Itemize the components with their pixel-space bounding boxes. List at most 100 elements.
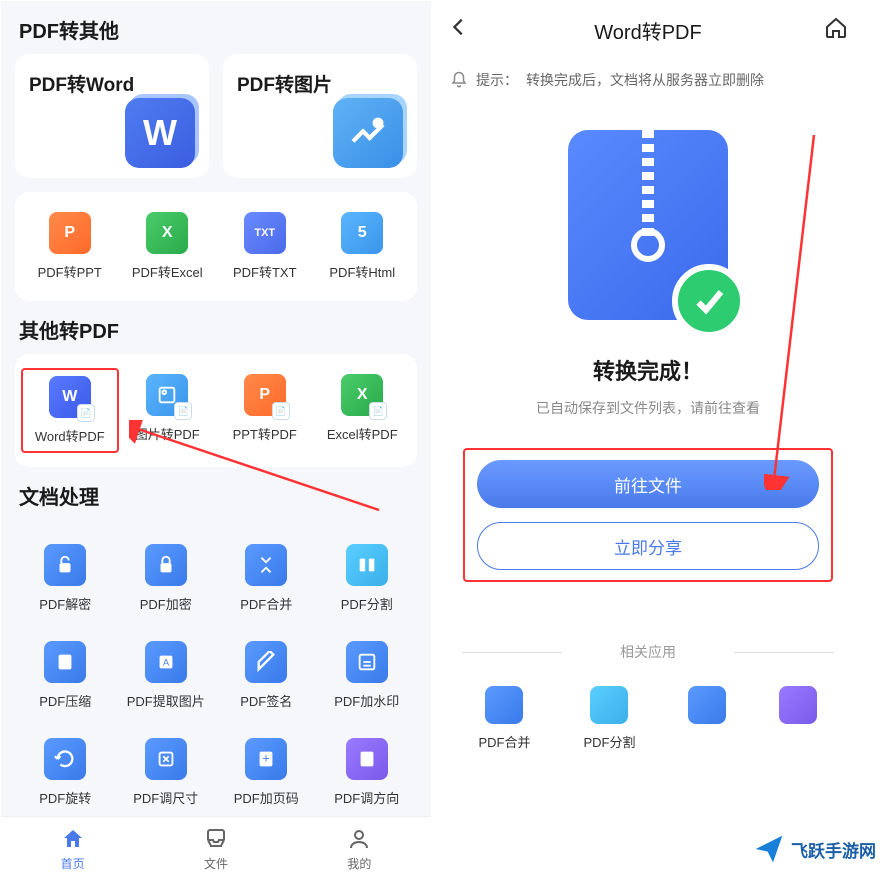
section-title-pdf-to-other: PDF转其他 bbox=[1, 1, 431, 54]
card-label: PDF转Word bbox=[29, 70, 195, 97]
item-excel-to-pdf[interactable]: X📄Excel转PDF bbox=[314, 368, 412, 453]
ppt-icon: P📄 bbox=[244, 374, 286, 416]
tip-text: 转换完成后，文档将从服务器立即删除 bbox=[526, 70, 764, 90]
lock-icon bbox=[145, 544, 187, 586]
inbox-icon bbox=[204, 827, 228, 851]
resize-icon bbox=[145, 738, 187, 780]
chevron-left-icon bbox=[448, 16, 470, 38]
related-item-4[interactable] bbox=[779, 686, 817, 751]
pdf-badge-icon: 📄 bbox=[174, 402, 192, 420]
item-pdf-merge[interactable]: PDF合并 bbox=[216, 538, 317, 619]
unlock-icon bbox=[44, 544, 86, 586]
doc-processing-grid: PDF解密 PDF加密 PDF合并 PDF分割 PDF压缩 APDF提取图片 P… bbox=[1, 538, 431, 813]
word-icon: W bbox=[125, 98, 195, 168]
split-icon bbox=[346, 544, 388, 586]
success-check-icon bbox=[672, 264, 746, 338]
item-pdf-to-html[interactable]: 5PDF转Html bbox=[314, 206, 412, 287]
pdf-badge-icon: 📄 bbox=[272, 402, 290, 420]
home-screen: PDF转其他 PDF转Word W PDF转图片 PPDF转PPT XPDF转E… bbox=[0, 0, 432, 883]
item-pdf-resize[interactable]: PDF调尺寸 bbox=[116, 732, 217, 813]
item-pdf-watermark[interactable]: PDF加水印 bbox=[317, 635, 418, 716]
extract-image-icon: A bbox=[145, 641, 187, 683]
orientation-icon bbox=[346, 738, 388, 780]
compress-icon bbox=[688, 686, 726, 724]
item-pdf-encrypt[interactable]: PDF加密 bbox=[116, 538, 217, 619]
svg-text:A: A bbox=[163, 658, 170, 668]
merge-icon bbox=[485, 686, 523, 724]
tab-profile[interactable]: 我的 bbox=[347, 827, 371, 872]
item-pdf-page-number[interactable]: +PDF加页码 bbox=[216, 732, 317, 813]
item-pdf-split[interactable]: PDF分割 bbox=[317, 538, 418, 619]
item-pdf-compress[interactable]: PDF压缩 bbox=[15, 635, 116, 716]
item-pdf-rotate[interactable]: PDF旋转 bbox=[15, 732, 116, 813]
ppt-icon: P bbox=[49, 212, 91, 254]
image-icon bbox=[333, 98, 403, 168]
site-watermark: 飞跃手游网 bbox=[753, 833, 876, 865]
go-to-file-button[interactable]: 前往文件 bbox=[477, 460, 819, 508]
page-title: Word转PDF bbox=[594, 16, 701, 45]
related-item-3[interactable] bbox=[688, 686, 726, 751]
done-subtitle: 已自动保存到文件列表，请前往查看 bbox=[536, 398, 760, 418]
watermark-text: 飞跃手游网 bbox=[791, 837, 876, 862]
item-pdf-to-excel[interactable]: XPDF转Excel bbox=[119, 206, 217, 287]
done-illustration bbox=[568, 130, 728, 320]
watermark-icon bbox=[346, 641, 388, 683]
bottom-tabbar: 首页 文件 我的 bbox=[1, 816, 431, 882]
merge-icon bbox=[245, 544, 287, 586]
pdf-to-other-grid: PPDF转PPT XPDF转Excel TXTPDF转TXT 5PDF转Html bbox=[15, 192, 417, 301]
card-pdf-to-word[interactable]: PDF转Word W bbox=[15, 54, 209, 178]
tip-bar: 提示： 转换完成后，文档将从服务器立即删除 bbox=[432, 60, 864, 100]
done-title: 转换完成！ bbox=[593, 354, 703, 386]
image-icon: 📄 bbox=[146, 374, 188, 416]
item-image-to-pdf[interactable]: 📄图片转PDF bbox=[119, 368, 217, 453]
bell-icon bbox=[450, 71, 468, 89]
excel-icon: X bbox=[146, 212, 188, 254]
tab-files[interactable]: 文件 bbox=[204, 827, 228, 872]
pdf-badge-icon: 📄 bbox=[369, 402, 387, 420]
image-icon bbox=[779, 686, 817, 724]
related-pdf-split[interactable]: PDF分割 bbox=[583, 686, 635, 751]
compress-icon bbox=[44, 641, 86, 683]
signature-icon bbox=[245, 641, 287, 683]
section-title-other-to-pdf: 其他转PDF bbox=[1, 301, 431, 354]
split-icon bbox=[590, 686, 628, 724]
other-to-pdf-grid: W📄Word转PDF 📄图片转PDF P📄PPT转PDF X📄Excel转PDF bbox=[15, 354, 417, 467]
result-screen: Word转PDF 提示： 转换完成后，文档将从服务器立即删除 转换完成！ 已自动… bbox=[432, 0, 864, 883]
word-icon: W📄 bbox=[49, 376, 91, 418]
share-now-button[interactable]: 立即分享 bbox=[477, 522, 819, 570]
back-button[interactable] bbox=[448, 16, 470, 45]
item-pdf-to-txt[interactable]: TXTPDF转TXT bbox=[216, 206, 314, 287]
rotate-icon bbox=[44, 738, 86, 780]
item-pdf-sign[interactable]: PDF签名 bbox=[216, 635, 317, 716]
html-icon: 5 bbox=[341, 212, 383, 254]
related-apps-section: 相关应用 PDF合并 PDF分割 bbox=[432, 642, 864, 751]
txt-icon: TXT bbox=[244, 212, 286, 254]
big-cards-row: PDF转Word W PDF转图片 bbox=[1, 54, 431, 178]
card-label: PDF转图片 bbox=[237, 70, 403, 97]
user-icon bbox=[347, 827, 371, 851]
home-icon bbox=[61, 827, 85, 851]
action-buttons-box: 前往文件 立即分享 bbox=[463, 448, 833, 582]
card-pdf-to-image[interactable]: PDF转图片 bbox=[223, 54, 417, 178]
item-pdf-orientation[interactable]: PDF调方向 bbox=[317, 732, 418, 813]
page-number-icon: + bbox=[245, 738, 287, 780]
item-pdf-to-ppt[interactable]: PPDF转PPT bbox=[21, 206, 119, 287]
result-center: 转换完成！ 已自动保存到文件列表，请前往查看 前往文件 立即分享 bbox=[432, 100, 864, 582]
svg-text:+: + bbox=[263, 751, 271, 766]
item-word-to-pdf[interactable]: W📄Word转PDF bbox=[21, 368, 119, 453]
related-pdf-merge[interactable]: PDF合并 bbox=[478, 686, 530, 751]
related-grid: PDF合并 PDF分割 bbox=[432, 686, 864, 751]
section-title-doc-processing: 文档处理 bbox=[1, 467, 431, 520]
tip-prefix: 提示： bbox=[476, 70, 518, 90]
paper-plane-icon bbox=[753, 833, 785, 865]
home-button[interactable] bbox=[824, 16, 848, 45]
item-pdf-decrypt[interactable]: PDF解密 bbox=[15, 538, 116, 619]
result-header: Word转PDF bbox=[432, 0, 864, 60]
pdf-badge-icon: 📄 bbox=[77, 404, 95, 422]
item-pdf-extract-image[interactable]: APDF提取图片 bbox=[116, 635, 217, 716]
item-ppt-to-pdf[interactable]: P📄PPT转PDF bbox=[216, 368, 314, 453]
home-icon bbox=[824, 16, 848, 40]
excel-icon: X📄 bbox=[341, 374, 383, 416]
related-title: 相关应用 bbox=[432, 642, 864, 662]
tab-home[interactable]: 首页 bbox=[61, 827, 85, 872]
